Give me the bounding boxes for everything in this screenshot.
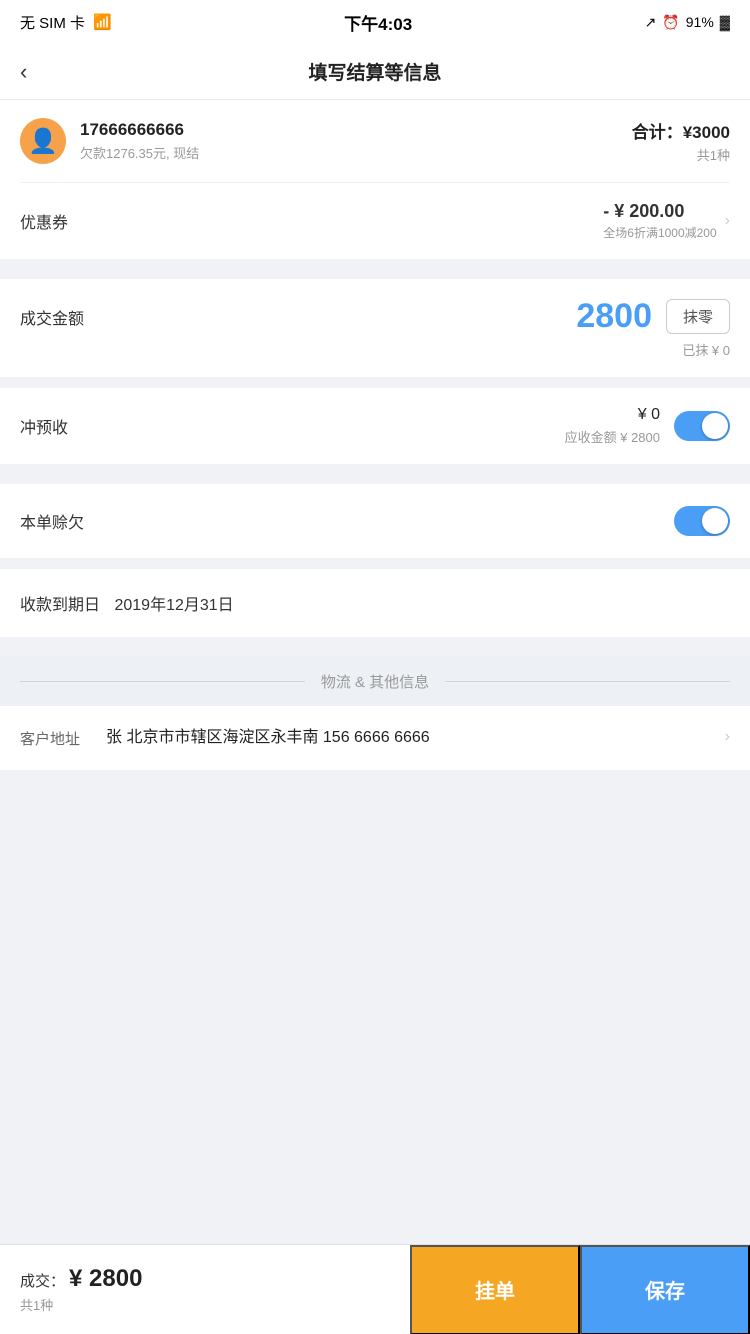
wifi-icon: 📶 [93,13,112,31]
customer-info: 17666666666 欠款1276.35元, 现结 [80,120,199,162]
bottom-bar: 成交： ¥ 2800 共1种 挂单 保存 [0,1244,750,1334]
coupon-chevron-icon: › [725,212,730,230]
alarm-icon: ⏰ [662,14,679,31]
amount-value: 2800 [576,297,652,336]
address-value: 张 北京市市辖区海淀区永丰南 156 6666 6666 [106,726,725,750]
customer-row: 👤 17666666666 欠款1276.35元, 现结 合计：¥3000 共1… [0,100,750,182]
customer-right: 合计：¥3000 共1种 [632,118,730,164]
prereceive-row: 冲预收 ¥ 0 应收金额 ¥ 2800 [0,388,750,464]
customer-sub: 欠款1276.35元, 现结 [80,143,199,162]
logistics-separator: 物流 & 其他信息 [0,657,750,706]
amount-row: 成交金额 2800 抹零 [20,297,730,336]
page-title: 填写结算等信息 [308,58,441,85]
avatar: 👤 [20,118,66,164]
duedate-row: 收款到期日 2019年12月31日 [0,569,750,637]
location-icon: ↗ [645,14,657,31]
customer-left: 👤 17666666666 欠款1276.35元, 现结 [20,118,199,164]
coupon-right: - ¥ 200.00 全场6折满1000减200 › [603,201,730,241]
round-button[interactable]: 抹零 [666,299,730,334]
bottom-deal-amount: ¥ 2800 [69,1265,142,1293]
amount-right: 2800 抹零 [576,297,730,336]
address-row[interactable]: 客户地址 张 北京市市辖区海淀区永丰南 156 6666 6666 › [0,706,750,770]
debt-row: 本单赊欠 [0,484,750,558]
logistics-text: 物流 & 其他信息 [321,671,429,692]
address-label: 客户地址 [20,728,90,749]
bottom-deal-label: 成交： [20,1270,65,1291]
coupon-sub: 全场6折满1000减200 [603,224,716,241]
duedate-label: 收款到期日 [20,597,100,614]
coupon-info: - ¥ 200.00 全场6折满1000减200 [603,201,716,241]
logistics-line-left [20,681,305,682]
bottom-deal-row: 成交： ¥ 2800 [20,1265,390,1293]
debt-toggle-knob [702,508,728,534]
amount-label: 成交金额 [20,305,84,329]
address-chevron-icon: › [725,728,730,746]
amount-sub: 已抹 ¥ 0 [20,340,730,359]
avatar-icon: 👤 [28,127,58,156]
prereceive-amount: ¥ 0 [565,406,660,424]
hang-button[interactable]: 挂单 [410,1245,580,1334]
bottom-deal-count: 共1种 [20,1295,390,1314]
customer-card: 👤 17666666666 欠款1276.35元, 现结 合计：¥3000 共1… [0,100,750,259]
toggle-knob [702,413,728,439]
total-value: 合计：¥3000 [632,118,730,143]
debt-label: 本单赊欠 [20,509,84,533]
prereceive-label: 冲预收 [20,414,68,438]
save-button[interactable]: 保存 [580,1245,750,1334]
coupon-row[interactable]: 优惠券 - ¥ 200.00 全场6折满1000减200 › [0,183,750,259]
prereceive-right: ¥ 0 应收金额 ¥ 2800 [565,406,730,446]
battery-icon: ▓ [720,14,730,30]
gray-separator2 [0,474,750,484]
content-spacer [0,780,750,860]
gray-separator [0,269,750,279]
prereceive-sub: 应收金额 ¥ 2800 [565,427,660,446]
prereceive-val-area: ¥ 0 应收金额 ¥ 2800 [565,406,660,446]
sim-label: 无 SIM 卡 [20,12,85,33]
duedate-value: 2019年12月31日 [114,597,233,614]
customer-phone: 17666666666 [80,120,199,140]
status-left: 无 SIM 卡 📶 [20,12,112,33]
amount-section: 成交金额 2800 抹零 已抹 ¥ 0 [0,279,750,377]
debt-toggle[interactable] [674,506,730,536]
nav-bar: ‹ 填写结算等信息 [0,44,750,100]
status-right: ↗ ⏰ 91% ▓ [645,14,730,31]
status-bar: 无 SIM 卡 📶 下午4:03 ↗ ⏰ 91% ▓ [0,0,750,44]
coupon-label: 优惠券 [20,209,68,233]
content: 👤 17666666666 欠款1276.35元, 现结 合计：¥3000 共1… [0,100,750,980]
gray-separator3 [0,647,750,657]
battery-label: 91% [686,14,714,30]
status-time: 下午4:03 [344,10,412,35]
bottom-info: 成交： ¥ 2800 共1种 [0,1265,410,1314]
coupon-discount: - ¥ 200.00 [603,201,716,222]
prereceive-toggle[interactable] [674,411,730,441]
logistics-line-right [445,681,730,682]
total-count: 共1种 [632,145,730,164]
back-button[interactable]: ‹ [20,59,27,85]
